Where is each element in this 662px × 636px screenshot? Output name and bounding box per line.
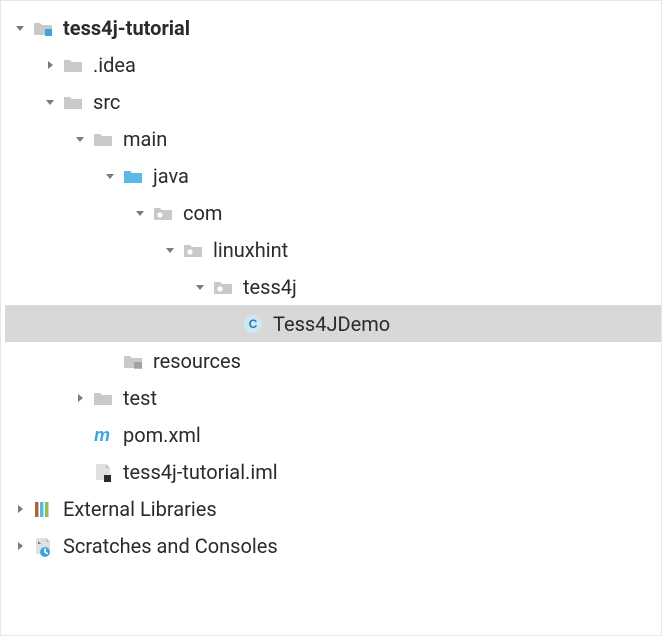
indent [5, 323, 221, 324]
iml-icon [91, 460, 115, 484]
chevron-down-icon[interactable] [191, 281, 209, 293]
chevron-down-icon[interactable] [101, 170, 119, 182]
chevron-right-icon[interactable] [11, 540, 29, 552]
tree-label-tess4j: tess4j [243, 277, 297, 297]
tree-label-iml: tess4j-tutorial.iml [123, 462, 278, 482]
tree-row-java[interactable]: java [5, 157, 661, 194]
tree-label-main: main [123, 129, 167, 149]
tree-row-demo[interactable]: Tess4JDemo [5, 305, 661, 342]
tree-label-extlib: External Libraries [63, 499, 217, 519]
folder-source-icon [121, 164, 145, 188]
tree-row-project[interactable]: tess4j-tutorial [5, 9, 661, 46]
tree-label-resources: resources [153, 351, 241, 371]
tree-row-linuxhint[interactable]: linuxhint [5, 231, 661, 268]
tree-label-demo: Tess4JDemo [273, 314, 390, 334]
tree-label-idea: .idea [93, 55, 136, 75]
folder-gray-icon [61, 53, 85, 77]
tree-row-resources[interactable]: resources [5, 342, 661, 379]
indent [5, 175, 101, 176]
tree-label-pom: pom.xml [123, 425, 201, 445]
chevron-right-icon[interactable] [41, 59, 59, 71]
indent [5, 286, 191, 287]
package-icon [151, 201, 175, 225]
tree-label-scratches: Scratches and Consoles [63, 536, 278, 556]
chevron-right-icon[interactable] [71, 392, 89, 404]
folder-gray-icon [91, 386, 115, 410]
indent [5, 101, 41, 102]
tree-row-tess4j[interactable]: tess4j [5, 268, 661, 305]
maven-icon [91, 423, 115, 447]
chevron-down-icon[interactable] [11, 22, 29, 34]
tree-label-com: com [183, 203, 222, 223]
chevron-down-icon[interactable] [71, 133, 89, 145]
chevron-down-icon[interactable] [161, 244, 179, 256]
tree-row-main[interactable]: main [5, 120, 661, 157]
class-icon [241, 312, 265, 336]
chevron-right-icon[interactable] [11, 503, 29, 515]
chevron-down-icon[interactable] [131, 207, 149, 219]
module-folder-icon [31, 16, 55, 40]
chevron-down-icon[interactable] [41, 96, 59, 108]
tree-row-extlib[interactable]: External Libraries [5, 490, 661, 527]
tree-row-pom[interactable]: pom.xml [5, 416, 661, 453]
tree-label-test: test [123, 388, 157, 408]
package-icon [211, 275, 235, 299]
tree-row-src[interactable]: src [5, 83, 661, 120]
indent [5, 212, 131, 213]
libraries-icon [31, 497, 55, 521]
tree-row-com[interactable]: com [5, 194, 661, 231]
scratches-icon [31, 534, 55, 558]
folder-resources-icon [121, 349, 145, 373]
indent [5, 64, 41, 65]
tree-row-test[interactable]: test [5, 379, 661, 416]
indent [5, 434, 71, 435]
tree-label-project: tess4j-tutorial [63, 18, 190, 38]
tree-row-iml[interactable]: tess4j-tutorial.iml [5, 453, 661, 490]
tree-label-linuxhint: linuxhint [213, 240, 288, 260]
folder-gray-icon [91, 127, 115, 151]
tree-label-java: java [153, 166, 189, 186]
indent [5, 360, 101, 361]
package-icon [181, 238, 205, 262]
folder-gray-icon [61, 90, 85, 114]
project-tree: tess4j-tutorial .idea srcmain java com linuxh… [1, 1, 661, 564]
tree-row-idea[interactable]: .idea [5, 46, 661, 83]
indent [5, 397, 71, 398]
tree-row-scratches[interactable]: Scratches and Consoles [5, 527, 661, 564]
tree-label-src: src [93, 92, 120, 112]
indent [5, 471, 71, 472]
indent [5, 249, 161, 250]
indent [5, 138, 71, 139]
